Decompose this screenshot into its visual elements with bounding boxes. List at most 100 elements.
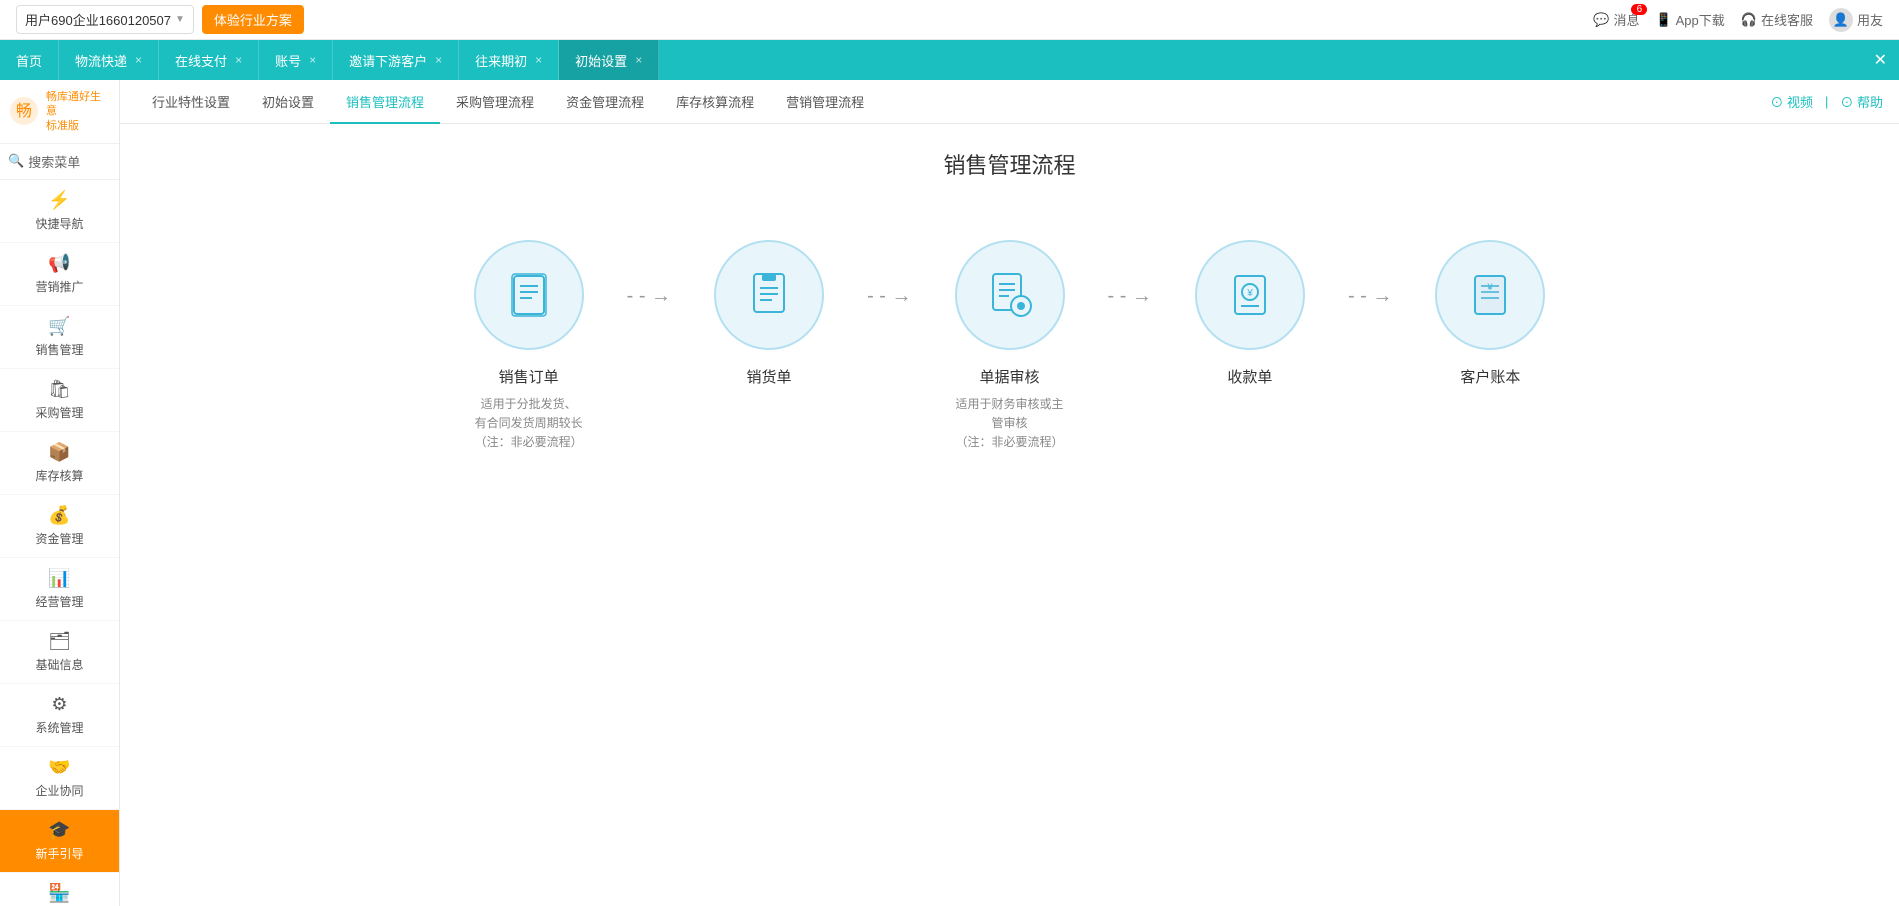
sub-tab-initial[interactable]: 初始设置 bbox=[246, 80, 330, 124]
sidebar-search[interactable]: 🔍 搜索菜单 bbox=[0, 144, 119, 180]
audit-circle bbox=[955, 240, 1065, 350]
service-item[interactable]: 🎧 在线客服 bbox=[1741, 10, 1813, 29]
sidebar-item-guide[interactable]: 🎓 新手引导 bbox=[0, 810, 119, 873]
enterprise-icon: 🤝 bbox=[48, 757, 70, 778]
video-link[interactable]: ⊙ 视频 bbox=[1770, 92, 1813, 111]
inventory-icon: 📦 bbox=[48, 442, 70, 463]
headset-icon: 🎧 bbox=[1741, 12, 1757, 28]
sidebar-item-finance[interactable]: 💰 资金管理 bbox=[0, 495, 119, 558]
close-icon[interactable]: × bbox=[235, 53, 242, 67]
user-selector[interactable]: 用户690企业1660120507 ▼ bbox=[16, 5, 194, 34]
sidebar-item-marketing[interactable]: 📢 营销推广 bbox=[0, 243, 119, 306]
sidebar-item-label: 经营管理 bbox=[35, 593, 83, 610]
sales-order-label: 销售订单 bbox=[499, 366, 559, 387]
operation-icon: 📊 bbox=[48, 568, 70, 589]
sub-tab-industry-label: 行业特性设置 bbox=[152, 92, 230, 111]
svg-text:¥: ¥ bbox=[1487, 282, 1494, 292]
nav-tab-payment[interactable]: 在线支付 × bbox=[159, 40, 259, 80]
sidebar-item-apps[interactable]: 🏪 应用中心 bbox=[0, 873, 119, 906]
receipt-circle: ¥ bbox=[1195, 240, 1305, 350]
basic-icon: 🗂 bbox=[48, 631, 71, 652]
nav-tab-account-label: 账号 bbox=[275, 51, 301, 70]
sidebar-item-operation[interactable]: 📊 经营管理 bbox=[0, 558, 119, 621]
flow-item-sales-order: 销售订单 适用于分批发货、有合同发货周期较长（注：非必要流程） bbox=[439, 240, 619, 453]
sidebar-item-label: 快捷导航 bbox=[35, 215, 83, 232]
nav-tab-logistics[interactable]: 物流快递 × bbox=[59, 40, 159, 80]
nav-tab-initial[interactable]: 往来期初 × bbox=[459, 40, 559, 80]
flow-arrow-4: - - → bbox=[1340, 285, 1400, 308]
message-icon: 💬 bbox=[1593, 12, 1609, 28]
sidebar-item-enterprise[interactable]: 🤝 企业协同 bbox=[0, 747, 119, 810]
nav-tab-initial-label: 往来期初 bbox=[475, 51, 527, 70]
main-layout: 畅 畅库通好生意 标准版 🔍 搜索菜单 ⚡ 快捷导航 📢 营销推广 🛒 销售管理… bbox=[0, 80, 1899, 906]
sidebar-item-label: 销售管理 bbox=[35, 341, 83, 358]
page-title: 销售管理流程 bbox=[160, 148, 1859, 180]
sidebar-item-label: 系统管理 bbox=[35, 719, 83, 736]
close-icon[interactable]: × bbox=[309, 53, 316, 67]
nav-tab-settings[interactable]: 初始设置 × bbox=[559, 40, 659, 80]
top-bar-left: 用户690企业1660120507 ▼ 体验行业方案 bbox=[16, 5, 304, 34]
sidebar-item-purchase[interactable]: 🛍 采购管理 bbox=[0, 369, 119, 432]
close-icon[interactable]: × bbox=[635, 53, 642, 67]
nav-tab-settings-label: 初始设置 bbox=[575, 51, 627, 70]
sub-tab-purchase-flow-label: 采购管理流程 bbox=[456, 92, 534, 111]
flow-arrow-3: - - → bbox=[1100, 285, 1160, 308]
sidebar-item-label: 采购管理 bbox=[35, 404, 83, 421]
sales-order-desc: 适用于分批发货、有合同发货周期较长（注：非必要流程） bbox=[475, 395, 583, 453]
page-content: 销售管理流程 销售订单 适用于分批发货、有合同发货周期较长（ bbox=[120, 124, 1899, 906]
sub-tab-finance-flow-label: 资金管理流程 bbox=[566, 92, 644, 111]
svg-text:畅: 畅 bbox=[16, 102, 32, 120]
sales-icon: 🛒 bbox=[48, 316, 70, 337]
nav-tab-invite[interactable]: 邀请下游客户 × bbox=[333, 40, 459, 80]
sidebar-item-system[interactable]: ⚙ 系统管理 bbox=[0, 684, 119, 747]
top-bar-right: 💬 消息 6 📱 App下载 🎧 在线客服 👤 用友 bbox=[1593, 8, 1883, 32]
sidebar-item-label: 营销推广 bbox=[35, 278, 83, 295]
sidebar-logo: 畅 畅库通好生意 标准版 bbox=[0, 80, 119, 144]
close-icon[interactable]: × bbox=[135, 53, 142, 67]
sidebar-item-quicknav[interactable]: ⚡ 快捷导航 bbox=[0, 180, 119, 243]
logo-icon: 畅 bbox=[8, 95, 40, 127]
sub-tab-purchase-flow[interactable]: 采购管理流程 bbox=[440, 80, 550, 124]
sub-tab-inventory-flow[interactable]: 库存核算流程 bbox=[660, 80, 770, 124]
message-item[interactable]: 💬 消息 6 bbox=[1593, 10, 1639, 29]
user-label: 用户690企业1660120507 bbox=[25, 10, 171, 29]
sub-tabs-right: ⊙ 视频 | ⊙ 帮助 bbox=[1770, 92, 1883, 111]
sidebar-item-label: 企业协同 bbox=[35, 782, 83, 799]
flow-chart: 销售订单 适用于分批发货、有合同发货周期较长（注：非必要流程） - - → bbox=[160, 240, 1859, 453]
nav-tab-account[interactable]: 账号 × bbox=[259, 40, 333, 80]
user-avatar-item[interactable]: 👤 用友 bbox=[1829, 8, 1883, 32]
pipe-divider: | bbox=[1825, 94, 1828, 109]
search-label: 搜索菜单 bbox=[28, 152, 80, 171]
flow-item-delivery: 销货单 bbox=[679, 240, 859, 395]
delivery-circle bbox=[714, 240, 824, 350]
sidebar-item-inventory[interactable]: 📦 库存核算 bbox=[0, 432, 119, 495]
system-icon: ⚙ bbox=[51, 694, 67, 715]
sidebar-item-label: 库存核算 bbox=[35, 467, 83, 484]
close-icon[interactable]: × bbox=[535, 53, 542, 67]
sub-tab-marketing-flow[interactable]: 营销管理流程 bbox=[770, 80, 880, 124]
sub-tab-industry[interactable]: 行业特性设置 bbox=[136, 80, 246, 124]
flow-arrow-2: - - → bbox=[859, 285, 919, 308]
flow-item-audit: 单据审核 适用于财务审核或主管审核（注：非必要流程） bbox=[920, 240, 1100, 453]
close-icon[interactable]: × bbox=[435, 53, 442, 67]
top-bar: 用户690企业1660120507 ▼ 体验行业方案 💬 消息 6 📱 App下… bbox=[0, 0, 1899, 40]
account-circle: ¥ bbox=[1435, 240, 1545, 350]
close-all-tabs[interactable]: ✕ bbox=[1862, 40, 1899, 80]
chevron-down-icon: ▼ bbox=[175, 14, 185, 25]
app-label: App下载 bbox=[1676, 10, 1725, 29]
sub-tab-sales-flow[interactable]: 销售管理流程 bbox=[330, 80, 440, 124]
delivery-label: 销货单 bbox=[747, 366, 792, 387]
sub-tab-marketing-flow-label: 营销管理流程 bbox=[786, 92, 864, 111]
user-name: 用友 bbox=[1857, 10, 1883, 29]
sidebar-item-sales[interactable]: 🛒 销售管理 bbox=[0, 306, 119, 369]
nav-tabs: 首页 物流快递 × 在线支付 × 账号 × 邀请下游客户 × 往来期初 × 初始… bbox=[0, 40, 1899, 80]
apps-icon: 🏪 bbox=[48, 883, 70, 904]
experience-btn[interactable]: 体验行业方案 bbox=[202, 5, 304, 34]
sidebar-item-basic[interactable]: 🗂 基础信息 bbox=[0, 621, 119, 684]
sub-tab-finance-flow[interactable]: 资金管理流程 bbox=[550, 80, 660, 124]
marketing-icon: 📢 bbox=[48, 253, 70, 274]
nav-tab-home[interactable]: 首页 bbox=[0, 40, 59, 80]
account-label: 客户账本 bbox=[1460, 366, 1520, 387]
help-link[interactable]: ⊙ 帮助 bbox=[1840, 92, 1883, 111]
app-download-item[interactable]: 📱 App下载 bbox=[1655, 10, 1724, 29]
